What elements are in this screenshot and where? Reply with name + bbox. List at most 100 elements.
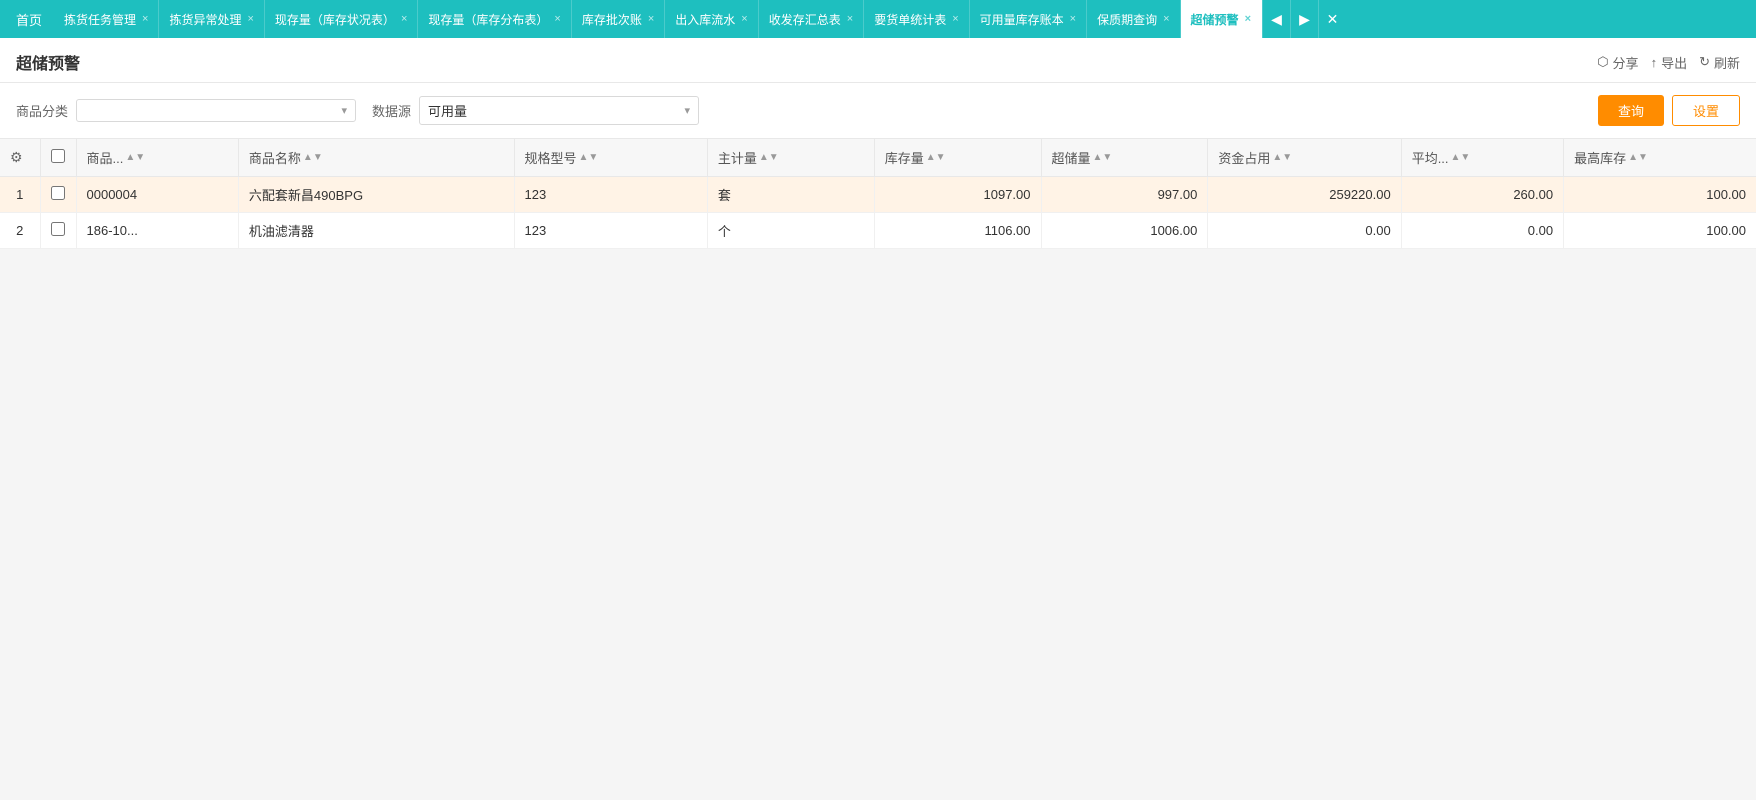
sort-max-stock[interactable]: 最高库存 ▲▼ [1574,148,1648,167]
data-table: ⚙ 商品... ▲▼ 商品名称 ▲▼ [0,139,1756,249]
close-tab-2[interactable]: × [401,13,407,25]
sort-icon-6: ▲▼ [1093,153,1113,163]
nav-tab-6[interactable]: 收发存汇总表 × [759,0,864,38]
sort-icon-4: ▲▼ [759,153,779,163]
sort-icon-5: ▲▼ [926,153,946,163]
product-category-label: 商品分类 [16,101,68,120]
sort-icon-7: ▲▼ [1272,153,1292,163]
sort-product-name[interactable]: 商品名称 ▲▼ [249,148,323,167]
nav-tab-7[interactable]: 要货单统计表 × [864,0,969,38]
nav-tab-0[interactable]: 拣货任务管理 × [54,0,159,38]
close-tab-10[interactable]: × [1245,13,1251,25]
th-avg: 平均... ▲▼ [1401,139,1563,177]
td-row-num-0: 1 [0,177,40,213]
sort-icon-3: ▲▼ [579,153,599,163]
td-unit-1: 个 [707,213,874,249]
table-container: ⚙ 商品... ▲▼ 商品名称 ▲▼ [0,139,1756,249]
td-row-num-1: 2 [0,213,40,249]
nav-tab-2[interactable]: 现存量（库存状况表） × [265,0,418,38]
select-all-checkbox[interactable] [51,149,65,163]
th-settings: ⚙ [0,139,40,177]
nav-prev-arrow[interactable]: ◀ [1262,0,1290,38]
column-settings-button[interactable]: ⚙ [10,149,23,166]
td-product-code-1: 186-10... [76,213,238,249]
sort-product-code[interactable]: 商品... ▲▼ [87,148,146,167]
export-action[interactable]: ↑ 导出 [1651,53,1688,72]
close-tab-5[interactable]: × [741,13,747,25]
row-checkbox-1[interactable] [51,222,65,236]
refresh-icon: ↻ [1699,54,1710,70]
sort-icon: ▲▼ [125,153,145,163]
td-product-code-0: 0000004 [76,177,238,213]
close-tab-4[interactable]: × [648,13,654,25]
close-tab-6[interactable]: × [847,13,853,25]
filter-area: 商品分类 ▾ 数据源 可用量 ▾ 查询 设置 [0,83,1756,139]
refresh-action[interactable]: ↻ 刷新 [1699,53,1740,72]
nav-close-arrow[interactable]: ✕ [1318,0,1346,38]
product-category-select[interactable]: ▾ [76,99,356,122]
data-source-select[interactable]: 可用量 ▾ [419,96,699,125]
close-tab-7[interactable]: × [952,13,958,25]
settings-button[interactable]: 设置 [1672,95,1740,126]
th-stock: 库存量 ▲▼ [874,139,1041,177]
nav-tab-9[interactable]: 保质期查询 × [1087,0,1180,38]
td-max-stock-0: 100.00 [1564,177,1756,213]
nav-tab-3[interactable]: 现存量（库存分布表） × [418,0,571,38]
close-tab-0[interactable]: × [142,13,148,25]
th-product-name: 商品名称 ▲▼ [238,139,514,177]
sort-overstock[interactable]: 超储量 ▲▼ [1052,148,1113,167]
td-avg-0: 260.00 [1401,177,1563,213]
close-tab-9[interactable]: × [1163,13,1169,25]
nav-next-arrow[interactable]: ▶ [1290,0,1318,38]
th-unit: 主计量 ▲▼ [707,139,874,177]
td-max-stock-1: 100.00 [1564,213,1756,249]
td-capital-1: 0.00 [1208,213,1401,249]
td-stock-0: 1097.00 [874,177,1041,213]
nav-home[interactable]: 首页 [4,0,54,38]
sort-icon-9: ▲▼ [1628,153,1648,163]
sort-capital[interactable]: 资金占用 ▲▼ [1218,148,1292,167]
nav-tab-1[interactable]: 拣货异常处理 × [159,0,264,38]
close-tab-3[interactable]: × [554,13,560,25]
td-unit-0: 套 [707,177,874,213]
row-number: 2 [16,223,23,238]
th-checkbox [40,139,76,177]
nav-tab-10[interactable]: 超储预警 × [1181,0,1262,38]
td-avg-1: 0.00 [1401,213,1563,249]
close-tab-1[interactable]: × [247,13,253,25]
nav-tab-8[interactable]: 可用量库存账本 × [970,0,1087,38]
close-tab-8[interactable]: × [1070,13,1076,25]
chevron-down-icon-2: ▾ [685,104,691,117]
sort-icon-2: ▲▼ [303,153,323,163]
sort-unit[interactable]: 主计量 ▲▼ [718,148,779,167]
sort-spec[interactable]: 规格型号 ▲▼ [525,148,599,167]
th-max-stock: 最高库存 ▲▼ [1564,139,1756,177]
filter-actions: 查询 设置 [1598,95,1740,126]
page-title: 超储预警 [16,50,80,74]
th-spec: 规格型号 ▲▼ [514,139,707,177]
share-action[interactable]: ⬡ 分享 [1597,53,1638,72]
td-product-name-0: 六配套新昌490BPG [238,177,514,213]
td-spec-1: 123 [514,213,707,249]
table-row: 2 186-10... 机油滤清器 123 个 1106.00 1006.00 … [0,213,1756,249]
sort-avg[interactable]: 平均... ▲▼ [1412,148,1471,167]
sort-stock[interactable]: 库存量 ▲▼ [885,148,946,167]
td-checkbox-0 [40,177,76,213]
td-stock-1: 1106.00 [874,213,1041,249]
th-product-code: 商品... ▲▼ [76,139,238,177]
td-overstock-0: 997.00 [1041,177,1208,213]
td-checkbox-1 [40,213,76,249]
nav-tab-5[interactable]: 出入库流水 × [665,0,758,38]
th-overstock: 超储量 ▲▼ [1041,139,1208,177]
row-checkbox-0[interactable] [51,186,65,200]
td-product-name-1: 机油滤清器 [238,213,514,249]
sort-icon-8: ▲▼ [1451,153,1471,163]
query-button[interactable]: 查询 [1598,95,1664,126]
table-header-row: ⚙ 商品... ▲▼ 商品名称 ▲▼ [0,139,1756,177]
chevron-down-icon: ▾ [341,104,347,117]
page-header: 超储预警 ⬡ 分享 ↑ 导出 ↻ 刷新 [0,38,1756,83]
export-icon: ↑ [1651,55,1658,70]
nav-tab-4[interactable]: 库存批次账 × [572,0,665,38]
table-row: 1 0000004 六配套新昌490BPG 123 套 1097.00 997.… [0,177,1756,213]
top-nav: 首页 拣货任务管理 × 拣货异常处理 × 现存量（库存状况表） × 现存量（库存… [0,0,1756,38]
